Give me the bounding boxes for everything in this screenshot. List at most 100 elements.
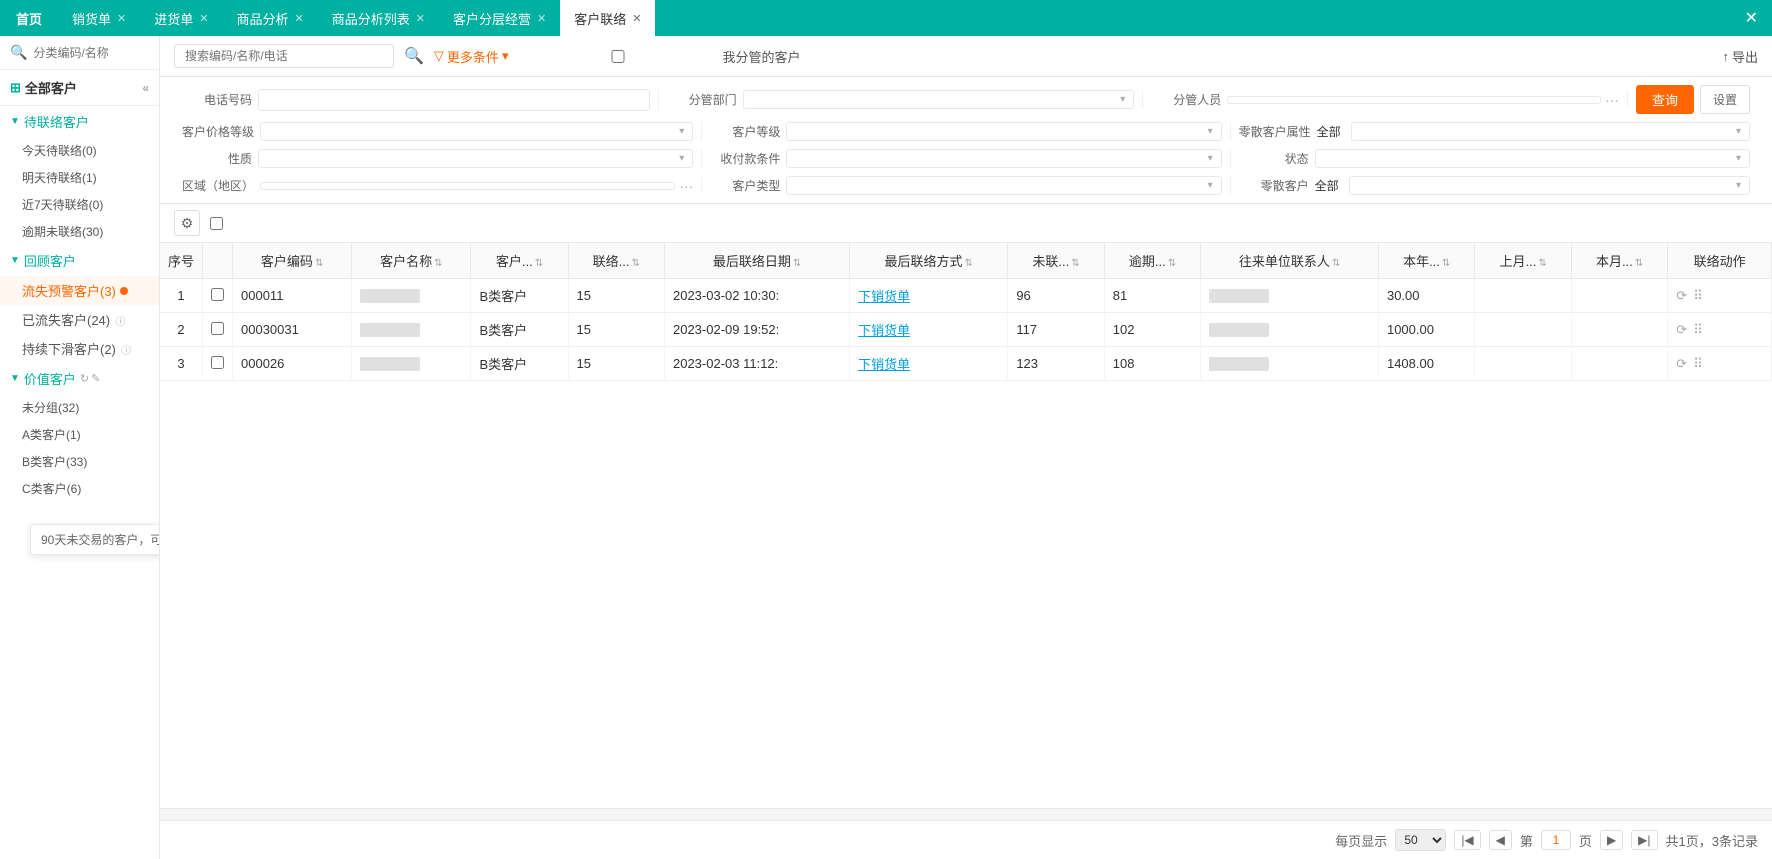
row1-no-contact: 96 bbox=[1008, 279, 1104, 313]
col-last-month[interactable]: 上月...⇅ bbox=[1475, 243, 1571, 279]
row3-checkbox[interactable] bbox=[211, 356, 224, 369]
sidebar-search-bar: 🔍 bbox=[0, 36, 159, 70]
filter-select-nature[interactable]: ▾ bbox=[258, 149, 693, 168]
sidebar-item-declining[interactable]: 持续下滑客户(2) ⓘ bbox=[0, 334, 159, 363]
tab-analysis-list-close[interactable]: ✕ bbox=[416, 12, 425, 25]
sidebar-item-loss-warning[interactable]: 流失预警客户(3) bbox=[0, 276, 159, 305]
value-refresh-icon[interactable]: ↻ bbox=[80, 372, 89, 385]
row2-checkbox[interactable] bbox=[211, 322, 224, 335]
manager-dots-button[interactable]: ··· bbox=[1605, 92, 1619, 108]
filter-select-customer-tier[interactable]: ▾ bbox=[786, 122, 1221, 141]
tab-customer-tier-close[interactable]: ✕ bbox=[537, 12, 546, 25]
filter-row-3: 性质 ▾ 收付款条件 ▾ 状态 ▾ bbox=[174, 149, 1758, 168]
per-page-select[interactable]: 50 100 200 bbox=[1395, 829, 1446, 851]
horizontal-scrollbar[interactable] bbox=[160, 808, 1772, 820]
row2-last-method[interactable]: 下销货单 bbox=[850, 313, 1008, 347]
row2-check[interactable] bbox=[203, 313, 233, 347]
tab-analysis-close[interactable]: ✕ bbox=[295, 12, 304, 25]
filter-input-manager[interactable] bbox=[1227, 96, 1601, 104]
no-contact-sort-icon: ⇅ bbox=[1071, 258, 1079, 269]
query-button[interactable]: 查询 bbox=[1636, 85, 1694, 114]
col-type[interactable]: 客户...⇅ bbox=[471, 243, 568, 279]
sidebar-collapse-button[interactable]: « bbox=[142, 81, 149, 95]
col-code[interactable]: 客户编码⇅ bbox=[233, 243, 352, 279]
sidebar-item-ungroup[interactable]: 未分组(32) bbox=[0, 394, 159, 421]
filter-select-customer-type[interactable]: ▾ bbox=[786, 176, 1221, 195]
sidebar-item-overdue[interactable]: 逾期未联络(30) bbox=[0, 218, 159, 245]
tab-analysis[interactable]: 商品分析 ✕ bbox=[222, 0, 317, 36]
tab-analysis-list[interactable]: 商品分析列表 ✕ bbox=[318, 0, 439, 36]
tab-sales-close[interactable]: ✕ bbox=[117, 12, 126, 25]
row1-last-method[interactable]: 下销货单 bbox=[850, 279, 1008, 313]
tab-customer-link[interactable]: 客户联络 ✕ bbox=[560, 0, 655, 36]
row1-checkbox[interactable] bbox=[211, 288, 224, 301]
region-dots-button[interactable]: ··· bbox=[679, 178, 693, 194]
sidebar-section-pending[interactable]: ▼ 待联络客户 bbox=[0, 106, 159, 137]
col-this-month[interactable]: 本月...⇅ bbox=[1571, 243, 1667, 279]
sidebar-item-class-a[interactable]: A类客户(1) bbox=[0, 421, 159, 448]
search-button[interactable]: 🔍 bbox=[404, 46, 424, 66]
filter-field-region: 区域（地区） ··· bbox=[174, 177, 702, 194]
my-customer-checkbox[interactable] bbox=[518, 50, 718, 63]
first-page-button[interactable]: |◀ bbox=[1454, 830, 1480, 850]
row1-more-icon[interactable]: ⠿ bbox=[1693, 288, 1703, 304]
last-page-button[interactable]: ▶| bbox=[1631, 830, 1657, 850]
col-current-year[interactable]: 本年...⇅ bbox=[1378, 243, 1474, 279]
row2-overdue: 102 bbox=[1104, 313, 1200, 347]
filter-input-phone[interactable] bbox=[258, 89, 650, 111]
col-name[interactable]: 客户名称⇅ bbox=[352, 243, 471, 279]
tab-customer-tier-label: 客户分层经营 bbox=[453, 9, 531, 28]
dept-chevron-icon: ▾ bbox=[1120, 94, 1125, 105]
sidebar-section-value[interactable]: ▼ 价值客户 ↻ ✎ bbox=[0, 363, 159, 394]
col-last-date[interactable]: 最后联络日期⇅ bbox=[664, 243, 849, 279]
gear-button[interactable]: ⚙ bbox=[174, 210, 200, 236]
sidebar-item-today[interactable]: 今天待联络(0) bbox=[0, 137, 159, 164]
tab-customer-tier[interactable]: 客户分层经营 ✕ bbox=[439, 0, 560, 36]
window-close-button[interactable]: ✕ bbox=[1731, 8, 1772, 28]
sidebar-section-lost[interactable]: ▼ 回顾客户 bbox=[0, 245, 159, 276]
filter-select-sparse-customer[interactable]: ▾ bbox=[1349, 176, 1750, 195]
filter-select-sparse-attr[interactable]: ▾ bbox=[1351, 122, 1750, 141]
search-input[interactable] bbox=[174, 44, 394, 68]
tab-sales[interactable]: 销货单 ✕ bbox=[58, 0, 140, 36]
sidebar-item-week7[interactable]: 近7天待联络(0) bbox=[0, 191, 159, 218]
col-last-method[interactable]: 最后联络方式⇅ bbox=[850, 243, 1008, 279]
more-filter-button[interactable]: ▽ 更多条件 ▾ bbox=[434, 47, 509, 66]
settings-button[interactable]: 设置 bbox=[1700, 85, 1750, 114]
sidebar-search-input[interactable] bbox=[33, 46, 160, 60]
row3-more-icon[interactable]: ⠿ bbox=[1693, 356, 1703, 372]
tab-purchase[interactable]: 进货单 ✕ bbox=[140, 0, 222, 36]
page-input[interactable]: 1 bbox=[1541, 830, 1571, 850]
col-contact[interactable]: 联络...⇅ bbox=[568, 243, 664, 279]
next-page-button[interactable]: ▶ bbox=[1600, 830, 1623, 850]
sidebar-item-class-b[interactable]: B类客户(33) bbox=[0, 448, 159, 475]
export-button[interactable]: ↑ 导出 bbox=[1722, 47, 1758, 66]
row2-current-year: 1000.00 bbox=[1378, 313, 1474, 347]
sidebar-item-lost[interactable]: 已流失客户(24) ⓘ bbox=[0, 305, 159, 334]
row3-check[interactable] bbox=[203, 347, 233, 381]
tab-purchase-close[interactable]: ✕ bbox=[199, 12, 208, 25]
row3-link-icon[interactable]: ⟳ bbox=[1676, 356, 1687, 372]
row2-link-icon[interactable]: ⟳ bbox=[1676, 322, 1687, 338]
col-contact-person[interactable]: 往来单位联系人⇅ bbox=[1201, 243, 1379, 279]
col-overdue[interactable]: 逾期...⇅ bbox=[1104, 243, 1200, 279]
tab-customer-link-close[interactable]: ✕ bbox=[632, 12, 641, 25]
col-no-contact[interactable]: 未联...⇅ bbox=[1008, 243, 1104, 279]
my-customer-checkbox-area[interactable]: 我分管的客户 bbox=[518, 47, 800, 66]
row1-check[interactable] bbox=[203, 279, 233, 313]
sidebar-item-class-c[interactable]: C类客户(6) bbox=[0, 475, 159, 502]
filter-select-status[interactable]: ▾ bbox=[1315, 149, 1750, 168]
row1-link-icon[interactable]: ⟳ bbox=[1676, 288, 1687, 304]
tab-home[interactable]: 首页 bbox=[0, 0, 58, 36]
filter-input-region[interactable] bbox=[260, 182, 675, 190]
row2-more-icon[interactable]: ⠿ bbox=[1693, 322, 1703, 338]
sidebar-root[interactable]: ⊞ 全部客户 « bbox=[0, 70, 159, 106]
value-edit-icon[interactable]: ✎ bbox=[91, 372, 100, 385]
filter-select-price-tier[interactable]: ▾ bbox=[260, 122, 693, 141]
select-all-checkbox[interactable] bbox=[210, 217, 223, 230]
prev-page-button[interactable]: ◀ bbox=[1489, 830, 1512, 850]
sidebar-item-tomorrow[interactable]: 明天待联络(1) bbox=[0, 164, 159, 191]
filter-select-payment[interactable]: ▾ bbox=[786, 149, 1221, 168]
row3-last-method[interactable]: 下销货单 bbox=[850, 347, 1008, 381]
filter-select-dept[interactable]: ▾ bbox=[743, 90, 1135, 109]
